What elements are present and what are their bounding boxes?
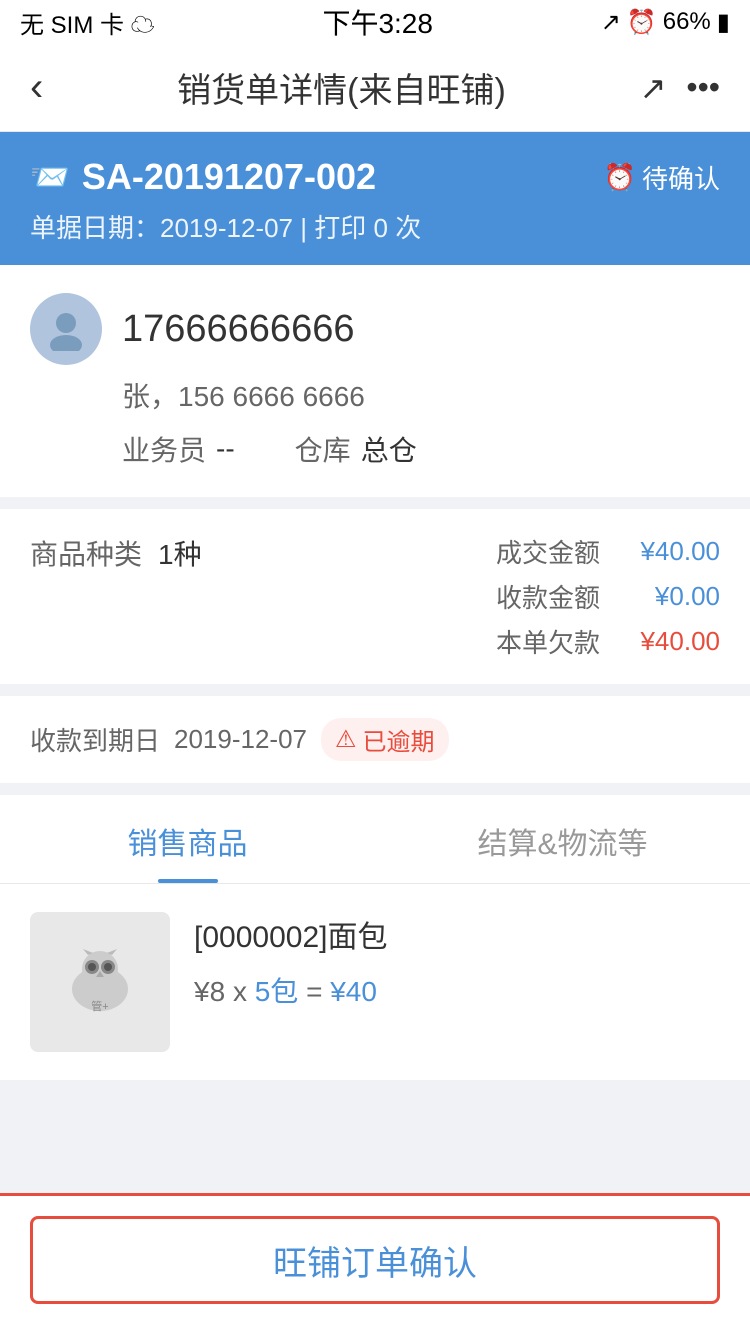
date-label: 单据日期： xyxy=(30,213,160,243)
order-type-icon: 📨 xyxy=(30,158,70,196)
tabs-section: 销售商品 结算&物流等 xyxy=(0,795,750,884)
page-title: 销货单详情(来自旺铺) xyxy=(177,63,506,112)
transaction-label: 成交金额 xyxy=(496,533,600,570)
tabs-row: 销售商品 结算&物流等 xyxy=(0,795,750,884)
warehouse-meta: 仓库 总仓 xyxy=(295,429,417,469)
product-info: [0000002]面包 ¥8 x 5包 = ¥40 xyxy=(194,912,720,1010)
salesperson-label: 业务员 xyxy=(122,429,206,469)
customer-phone: 17666666666 xyxy=(122,308,354,351)
status-right: ↗ ⏰ 66% ▮ xyxy=(601,8,730,37)
tab-settlement[interactable]: 结算&物流等 xyxy=(375,795,750,883)
salesperson-value: -- xyxy=(216,433,235,465)
date-separator: | xyxy=(300,213,314,243)
bottom-bar: 旺铺订单确认 xyxy=(0,1193,750,1334)
unit-price: ¥8 xyxy=(194,976,225,1007)
back-button[interactable]: ‹ xyxy=(30,65,43,110)
sim-status: 无 SIM 卡 ☁ xyxy=(20,5,155,40)
share-icon[interactable]: ↗ xyxy=(640,69,667,107)
status-bar: 无 SIM 卡 ☁ 下午3:28 ↗ ⏰ 66% ▮ xyxy=(0,0,750,44)
avatar xyxy=(30,293,102,365)
multiply-sign: x xyxy=(233,976,255,1007)
order-id-text: SA-20191207-002 xyxy=(82,156,376,198)
tab-settlement-label: 结算&物流等 xyxy=(477,828,647,861)
owed-value: ¥40.00 xyxy=(620,626,720,657)
alarm-icon: ⏰ xyxy=(627,8,657,37)
avatar-icon xyxy=(44,307,88,351)
order-date: 2019-12-07 xyxy=(160,213,293,243)
tab-products[interactable]: 销售商品 xyxy=(0,795,375,883)
status-text: 待确认 xyxy=(642,159,720,196)
received-value: ¥0.00 xyxy=(620,581,720,612)
print-unit: 次 xyxy=(395,213,421,243)
order-header-card: 📨 SA-20191207-002 ⏰ 待确认 单据日期：2019-12-07 … xyxy=(0,132,750,265)
transaction-value: ¥40.00 xyxy=(620,536,720,567)
print-label: 打印 xyxy=(314,213,366,243)
more-icon[interactable]: ••• xyxy=(686,69,720,106)
due-date-label: 收款到期日 xyxy=(30,721,160,758)
location-icon: ↗ xyxy=(601,8,621,37)
nav-actions: ↗ ••• xyxy=(640,69,720,107)
battery-icon: ▮ xyxy=(717,8,730,37)
owed-row: 本单欠款 ¥40.00 xyxy=(496,623,720,660)
total-price: ¥40 xyxy=(330,976,377,1007)
confirm-button-label: 旺铺订单确认 xyxy=(273,1236,477,1285)
summary-section: 商品种类 1种 成交金额 ¥40.00 收款金额 ¥0.00 本单欠款 ¥40.… xyxy=(0,509,750,684)
product-list-item: 管+ [0000002]面包 ¥8 x 5包 = ¥40 xyxy=(0,884,750,1080)
confirm-order-button[interactable]: 旺铺订单确认 xyxy=(30,1216,720,1304)
product-type-label: 商品种类 xyxy=(30,533,142,573)
qty-value: 5包 xyxy=(255,976,299,1007)
salesperson-meta: 业务员 -- xyxy=(122,429,235,469)
amount-summary: 成交金额 ¥40.00 收款金额 ¥0.00 本单欠款 ¥40.00 xyxy=(496,533,720,660)
nav-bar: ‹ 销货单详情(来自旺铺) ↗ ••• xyxy=(0,44,750,132)
transaction-row: 成交金额 ¥40.00 xyxy=(496,533,720,570)
warehouse-label: 仓库 xyxy=(295,429,351,469)
warning-icon: ⚠ xyxy=(335,725,357,754)
customer-name: 张，156 6666 6666 xyxy=(30,375,720,415)
tab-products-label: 销售商品 xyxy=(128,828,248,861)
overdue-text: 已逾期 xyxy=(363,722,435,757)
product-price: ¥8 x 5包 = ¥40 xyxy=(194,970,720,1010)
status-left: 无 SIM 卡 ☁ xyxy=(20,5,155,40)
status-time: 下午3:28 xyxy=(322,2,433,42)
svg-text:管+: 管+ xyxy=(91,999,108,1013)
order-date-row: 单据日期：2019-12-07 | 打印 0 次 xyxy=(30,208,720,245)
due-date-value: 2019-12-07 xyxy=(174,724,307,755)
order-id-row: 📨 SA-20191207-002 xyxy=(30,156,376,198)
product-type-value: 1种 xyxy=(158,533,202,573)
product-thumbnail: 管+ xyxy=(30,912,170,1052)
clock-icon: ⏰ xyxy=(604,162,636,193)
equals-sign: = xyxy=(306,976,330,1007)
product-name: [0000002]面包 xyxy=(194,912,720,956)
order-status: ⏰ 待确认 xyxy=(604,159,720,196)
overdue-badge: ⚠ 已逾期 xyxy=(321,718,449,761)
owed-label: 本单欠款 xyxy=(496,623,600,660)
received-label: 收款金额 xyxy=(496,578,600,615)
battery-level: 66% xyxy=(663,8,711,36)
product-type-info: 商品种类 1种 xyxy=(30,533,202,573)
customer-section: 17666666666 张，156 6666 6666 业务员 -- 仓库 总仓 xyxy=(0,265,750,497)
due-date-section: 收款到期日 2019-12-07 ⚠ 已逾期 xyxy=(0,696,750,783)
product-logo: 管+ xyxy=(55,947,145,1017)
print-count: 0 xyxy=(373,213,387,243)
warehouse-value: 总仓 xyxy=(361,429,417,469)
received-row: 收款金额 ¥0.00 xyxy=(496,578,720,615)
customer-meta: 业务员 -- 仓库 总仓 xyxy=(30,429,720,469)
